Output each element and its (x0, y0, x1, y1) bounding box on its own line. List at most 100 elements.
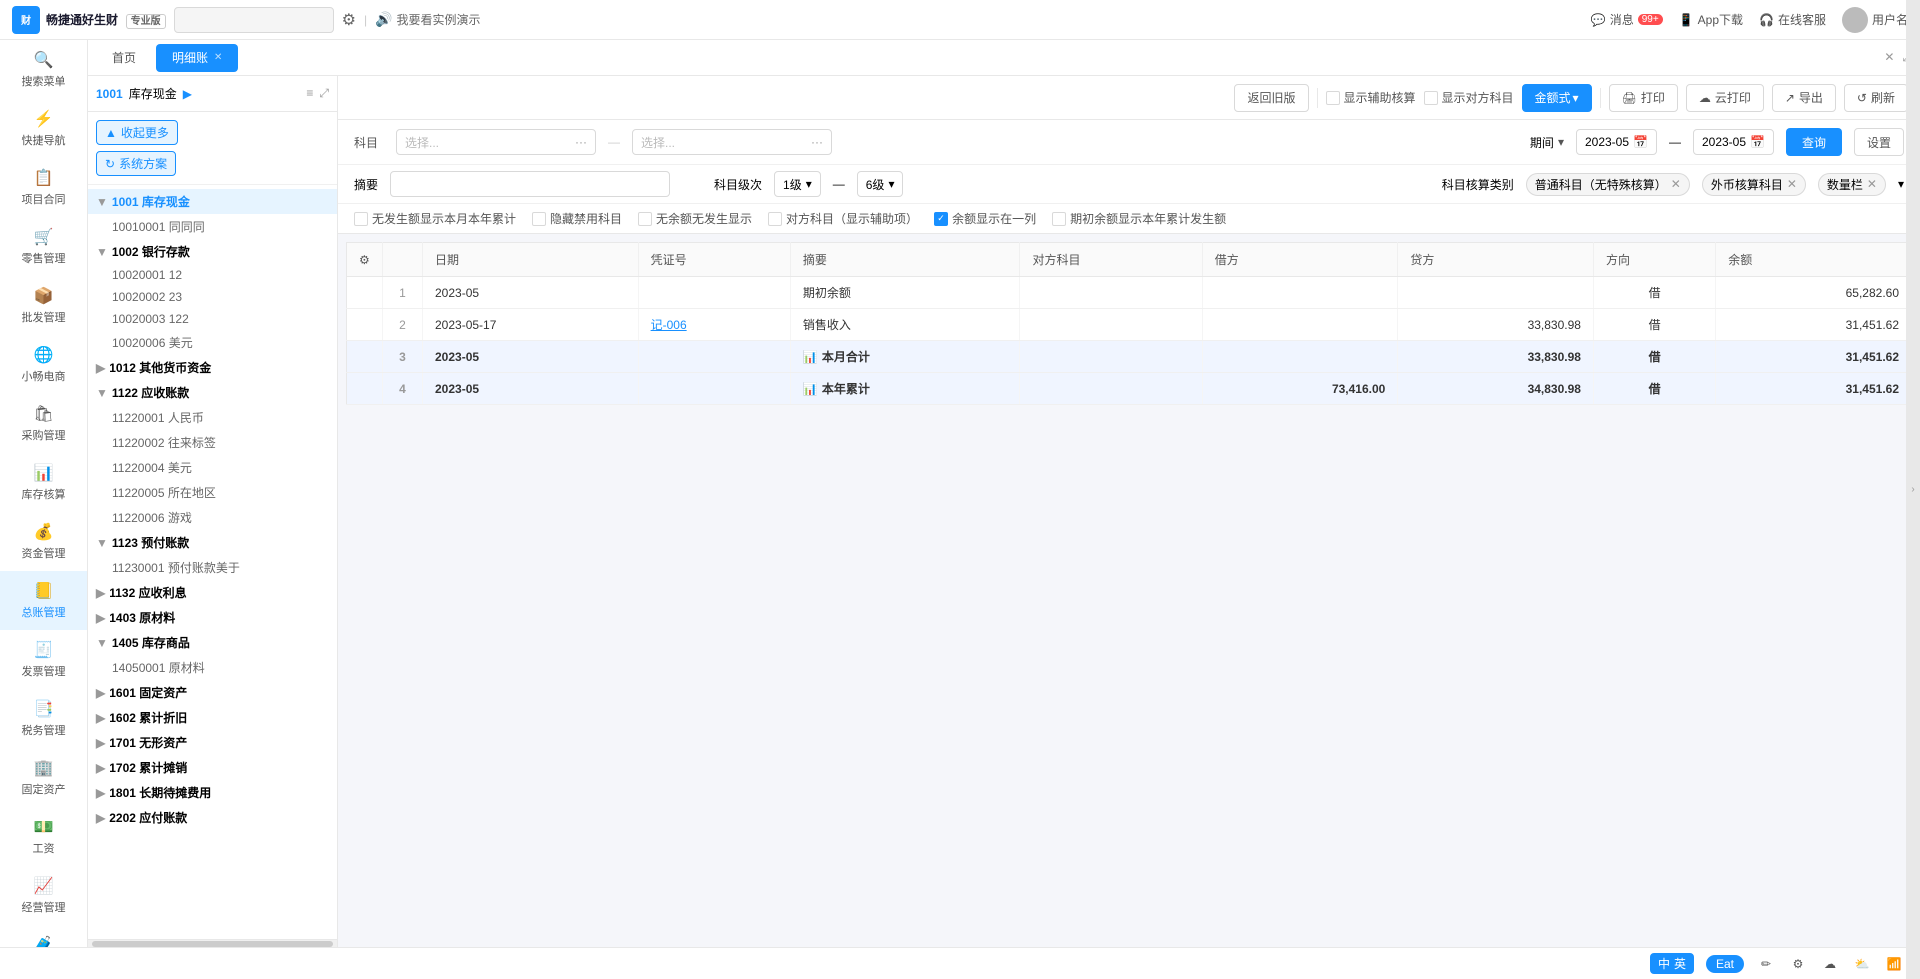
sidebar-item-shortcut[interactable]: ⚡ 快捷导航 (0, 99, 87, 158)
tree-item-1012[interactable]: ▶ 1012 其他货币资金 (88, 355, 337, 380)
tree-item-1702[interactable]: ▶ 1702 累计摊销 (88, 755, 337, 780)
tag-foreign[interactable]: 外币核算科目 ✕ (1702, 173, 1806, 196)
tree-toggle-1001[interactable]: ▼ (96, 195, 108, 209)
tree-item-11220001[interactable]: 11220001 人民币 (88, 405, 337, 430)
chevron-down-icon-4[interactable]: ▾ (1898, 177, 1904, 191)
settings-icon-2[interactable]: ⚙ (1788, 954, 1808, 974)
tree-item-11220005[interactable]: 11220005 所在地区 (88, 480, 337, 505)
cell-voucher-2[interactable]: 记-006 (638, 309, 790, 341)
app-download-btn[interactable]: 📱 App下载 (1679, 11, 1743, 28)
sidebar-item-retail[interactable]: 🛒 零售管理 (0, 217, 87, 276)
calendar-icon-2[interactable]: 📅 (1750, 135, 1765, 149)
online-service-btn[interactable]: 🎧 在线客服 (1759, 11, 1826, 28)
tree-scrollbar-thumb[interactable] (92, 941, 333, 947)
checkbox-balance-col[interactable]: ✓ 余额显示在一列 (934, 210, 1036, 227)
return-old-btn[interactable]: 返回旧版 (1234, 84, 1308, 112)
checkbox-hide-disabled[interactable]: 隐藏禁用科目 (532, 210, 622, 227)
export-btn[interactable]: ↗ 导出 (1772, 84, 1836, 112)
tree-item-1701[interactable]: ▶ 1701 无形资产 (88, 730, 337, 755)
tree-item-1132[interactable]: ▶ 1132 应收利息 (88, 580, 337, 605)
tab-close-btn[interactable]: ✕ (1884, 50, 1894, 65)
side-collapse-btn[interactable]: › (1906, 76, 1920, 947)
amount-mode-btn[interactable]: 金额式 ▾ (1522, 84, 1592, 112)
calendar-icon[interactable]: 📅 (1633, 135, 1648, 149)
sidebar-item-invoice[interactable]: 🧾 发票管理 (0, 630, 87, 689)
tab-close-icon[interactable]: ✕ (214, 52, 222, 63)
tag-normal[interactable]: 普通科目（无特殊核算） ✕ (1526, 173, 1690, 196)
lang-switch-btn[interactable]: 中 英 (1650, 953, 1694, 974)
sidebar-item-salary[interactable]: 💵 工资 (0, 807, 87, 866)
tree-item-1002[interactable]: ▼ 1002 银行存款 (88, 239, 337, 264)
tab-detail[interactable]: 明细账 ✕ (156, 44, 238, 72)
cloud-icon-2[interactable]: ⛅ (1852, 954, 1872, 974)
tree-item-1801[interactable]: ▶ 1801 长期待摊费用 (88, 780, 337, 805)
checkbox-no-amount[interactable]: 无发生额显示本月本年累计 (354, 210, 516, 227)
tree-item-14050001[interactable]: 14050001 原材料 (88, 655, 337, 680)
subject-to-more-icon[interactable]: ··· (811, 135, 823, 149)
sidebar-item-inventory[interactable]: 📊 库存核算 (0, 453, 87, 512)
tree-item-1405[interactable]: ▼ 1405 库存商品 (88, 630, 337, 655)
tree-item-1001[interactable]: ▼ 1001 库存现金 (88, 189, 337, 214)
demo-link[interactable]: 🔊 我要看实例演示 (375, 11, 480, 28)
summary-input[interactable] (390, 171, 670, 197)
checkbox-opening[interactable]: 期初余额显示本年累计发生额 (1052, 210, 1226, 227)
tree-item-11220004[interactable]: 11220004 美元 (88, 455, 337, 480)
tree-item-1122[interactable]: ▼ 1122 应收账款 (88, 380, 337, 405)
edit-icon[interactable]: ✏ (1756, 954, 1776, 974)
tree-item-10010001[interactable]: 10010001 同同同 (88, 214, 337, 239)
system-scheme-btn[interactable]: ↻ 系统方案 (96, 151, 176, 176)
tag-foreign-close[interactable]: ✕ (1787, 177, 1797, 191)
sidebar-item-assets[interactable]: 🏢 固定资产 (0, 748, 87, 807)
level-start-select[interactable]: 1级 ▾ (774, 171, 821, 197)
eat-btn[interactable]: Eat (1706, 955, 1744, 973)
sidebar-item-ledger[interactable]: 📒 总账管理 (0, 571, 87, 630)
sidebar-item-tax[interactable]: 📑 税务管理 (0, 689, 87, 748)
sidebar-item-search[interactable]: 🔍 搜索菜单 (0, 40, 87, 99)
tree-item-1601[interactable]: ▶ 1601 固定资产 (88, 680, 337, 705)
expand-more-btn[interactable]: ▲ 收起更多 (96, 120, 178, 145)
show-aux-checkbox[interactable]: 显示辅助核算 (1326, 89, 1416, 106)
period-dropdown[interactable]: ▾ (1558, 135, 1564, 149)
message-btn[interactable]: 💬 消息 99+ (1591, 11, 1663, 28)
subject-more-icon[interactable]: ··· (575, 135, 587, 149)
checkbox-counterpart[interactable]: 对方科目（显示辅助项） (768, 210, 918, 227)
tree-expand-icon[interactable]: ⤢ (319, 86, 329, 101)
setting-btn[interactable]: 设置 (1854, 128, 1904, 156)
account-selected[interactable]: 1001 库存现金 ▶ (96, 85, 192, 102)
sidebar-item-expense[interactable]: 🧳 小畅报销 (0, 925, 87, 947)
sidebar-item-purchase[interactable]: 🛍 采购管理 (0, 394, 87, 453)
tag-normal-close[interactable]: ✕ (1671, 177, 1681, 191)
sidebar-item-ecommerce[interactable]: 🌐 小畅电商 (0, 335, 87, 394)
sidebar-item-wholesale[interactable]: 📦 批发管理 (0, 276, 87, 335)
tree-item-1123[interactable]: ▼ 1123 预付账款 (88, 530, 337, 555)
tree-item-1403[interactable]: ▶ 1403 原材料 (88, 605, 337, 630)
sidebar-item-operations[interactable]: 📈 经营管理 (0, 866, 87, 925)
date-start-input[interactable]: 2023-05 📅 (1576, 129, 1657, 155)
show-counterpart-checkbox[interactable]: 显示对方科目 (1424, 89, 1514, 106)
wifi-icon[interactable]: 📶 (1884, 954, 1904, 974)
tree-item-11230001[interactable]: 11230001 预付账款美于 (88, 555, 337, 580)
sidebar-item-capital[interactable]: 💰 资金管理 (0, 512, 87, 571)
refresh-btn[interactable]: ↺ 刷新 (1844, 84, 1908, 112)
tag-quantity-close[interactable]: ✕ (1867, 177, 1877, 191)
tree-item-11220002[interactable]: 11220002 往来标签 (88, 430, 337, 455)
tab-home[interactable]: 首页 (96, 44, 152, 72)
topbar-search-input[interactable] (174, 7, 334, 33)
tag-quantity[interactable]: 数量栏 ✕ (1818, 173, 1886, 196)
settings-icon[interactable]: ⚙ (342, 10, 356, 30)
cloud-print-btn[interactable]: ☁ 云打印 (1686, 84, 1764, 112)
sidebar-item-project[interactable]: 📋 项目合同 (0, 158, 87, 217)
date-end-input[interactable]: 2023-05 📅 (1693, 129, 1774, 155)
tree-item-10020006[interactable]: 10020006 美元 (88, 330, 337, 355)
tree-item-2202[interactable]: ▶ 2202 应付账款 (88, 805, 337, 830)
print-btn[interactable]: 🖨 打印 (1609, 84, 1678, 112)
tree-toggle-1002[interactable]: ▼ (96, 245, 108, 259)
tree-item-11220006[interactable]: 11220006 游戏 (88, 505, 337, 530)
subject-to-input[interactable]: 选择... ··· (632, 129, 832, 155)
tree-item-1602[interactable]: ▶ 1602 累计折旧 (88, 705, 337, 730)
cloud-icon[interactable]: ☁ (1820, 954, 1840, 974)
tree-list-icon[interactable]: ≡ (306, 86, 313, 101)
user-area[interactable]: 用户名 (1842, 7, 1908, 33)
subject-input[interactable]: 选择... ··· (396, 129, 596, 155)
tree-item-10020003[interactable]: 10020003 122 (88, 308, 337, 330)
